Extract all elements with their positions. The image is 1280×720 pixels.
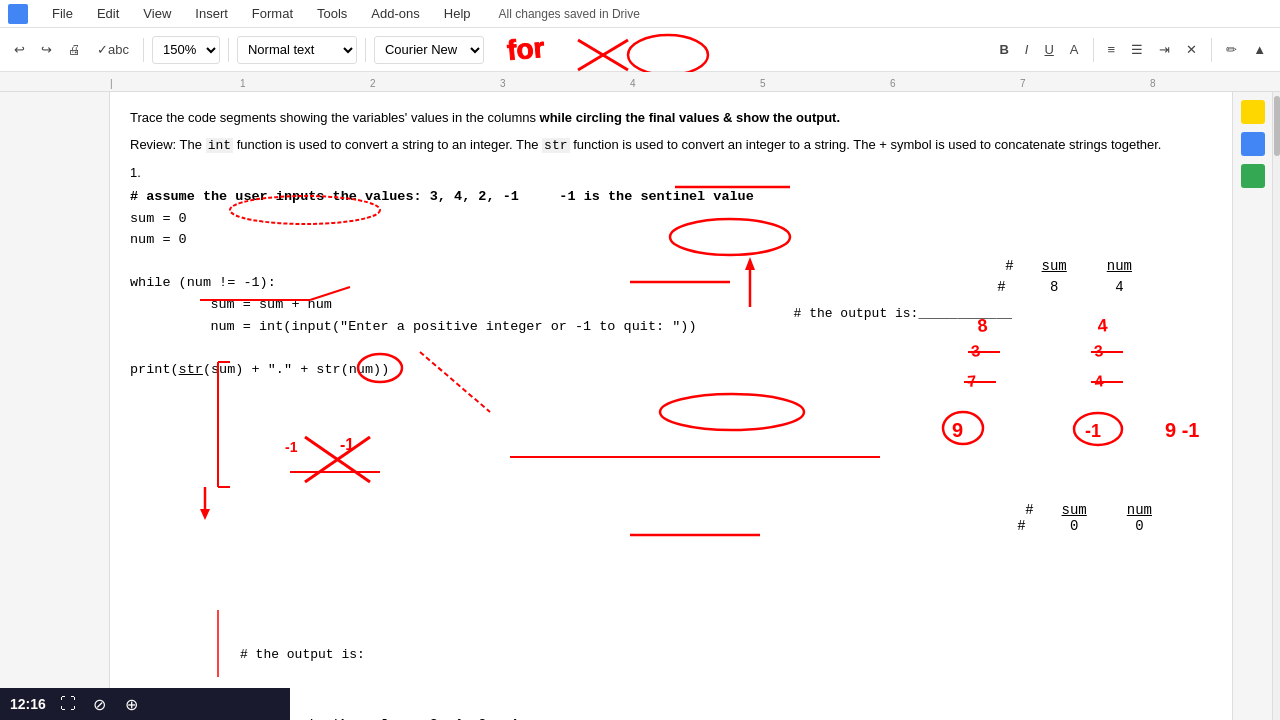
s1-table-hash2: # bbox=[997, 277, 1021, 298]
s1-line1: sum = 0 bbox=[130, 208, 1212, 230]
ruler-mark-4: 4 bbox=[630, 78, 636, 89]
toolbar: ↩ ↪ 🖨 ✓abc 150% Normal text Courier New … bbox=[0, 28, 1280, 72]
s2-val0-num: 0 bbox=[1107, 518, 1172, 534]
menu-addons[interactable]: Add-ons bbox=[367, 4, 423, 23]
scrollbar-thumb[interactable] bbox=[1274, 96, 1280, 156]
ruler: | 1 2 3 4 5 6 7 8 bbox=[0, 72, 1280, 92]
bold-button[interactable]: B bbox=[993, 38, 1014, 61]
status-icon-stop[interactable]: ⊘ bbox=[90, 694, 110, 714]
s2-table-hash2: # bbox=[1017, 518, 1041, 534]
s1-table-hash1: # bbox=[997, 256, 1021, 277]
panel-icon-2[interactable] bbox=[1241, 132, 1265, 156]
menu-help[interactable]: Help bbox=[440, 4, 475, 23]
s1-val1-num: 4 bbox=[1087, 277, 1152, 298]
menu-file[interactable]: File bbox=[48, 4, 77, 23]
intro-paragraph-2: Review: The int function is used to conv… bbox=[130, 135, 1212, 157]
svg-text:for: for bbox=[506, 31, 546, 65]
str-function-ref: str bbox=[542, 138, 569, 153]
section-1-number: 1. bbox=[130, 163, 1212, 183]
s1-comment: # assume the user inputs the values: 3, … bbox=[130, 186, 1212, 208]
s2-trace-table: # sum num # 0 0 bbox=[1017, 502, 1172, 534]
s2-output-label: # the output is: bbox=[240, 647, 365, 662]
document-area[interactable]: Trace the code segments showing the vari… bbox=[110, 92, 1232, 720]
print-button[interactable]: 🖨 bbox=[62, 38, 87, 61]
menu-format[interactable]: Format bbox=[248, 4, 297, 23]
edit-mode-button[interactable]: ✏ bbox=[1220, 38, 1243, 61]
ruler-mark-6: 6 bbox=[890, 78, 896, 89]
s1-output-label: # the output is:____________ bbox=[794, 304, 1012, 324]
intro-text-2a: Review: The bbox=[130, 137, 206, 152]
toolbar-separator-3 bbox=[365, 38, 366, 62]
s1-line2: num = 0 bbox=[130, 229, 1212, 251]
align-button[interactable]: ≡ bbox=[1102, 38, 1122, 61]
section-2-code: # assume the user inputs the values: 3, … bbox=[130, 714, 1212, 720]
s2-table-hash1: # bbox=[1017, 502, 1041, 518]
s1-table-sum-header: sum bbox=[1022, 256, 1087, 277]
font-select[interactable]: Courier New bbox=[374, 36, 484, 64]
panel-icon-3[interactable] bbox=[1241, 164, 1265, 188]
italic-button[interactable]: I bbox=[1019, 38, 1035, 61]
s2-output-comment: # the output is: bbox=[240, 647, 365, 662]
font-color-button[interactable]: A bbox=[1064, 38, 1085, 61]
menu-bar: File Edit View Insert Format Tools Add-o… bbox=[0, 0, 1280, 28]
app-icon bbox=[8, 4, 28, 24]
undo-button[interactable]: ↩ bbox=[8, 38, 31, 61]
int-function-ref: int bbox=[206, 138, 233, 153]
underline-button[interactable]: U bbox=[1038, 38, 1059, 61]
redo-button[interactable]: ↪ bbox=[35, 38, 58, 61]
save-status: All changes saved in Drive bbox=[499, 7, 640, 21]
ruler-mark-7: 7 bbox=[1020, 78, 1026, 89]
indent-button[interactable]: ⇥ bbox=[1153, 38, 1176, 61]
menu-edit[interactable]: Edit bbox=[93, 4, 123, 23]
s2-comment: # assume the user inputs the values: 3, … bbox=[130, 714, 1212, 720]
s1-output-comment: # the output is:____________ bbox=[794, 306, 1012, 321]
intro-text-1: Trace the code segments showing the vari… bbox=[130, 110, 840, 125]
s2-val0-sum: 0 bbox=[1042, 518, 1107, 534]
section-2-number: 2. bbox=[130, 690, 1212, 710]
main-container: Trace the code segments showing the vari… bbox=[0, 92, 1280, 720]
menu-insert[interactable]: Insert bbox=[191, 4, 232, 23]
document-content: Trace the code segments showing the vari… bbox=[130, 108, 1212, 720]
ruler-mark-5: 5 bbox=[760, 78, 766, 89]
left-margin bbox=[0, 92, 110, 720]
status-icon-zoom[interactable]: ⊕ bbox=[122, 694, 142, 714]
menu-view[interactable]: View bbox=[139, 4, 175, 23]
s2-table-sum-header: sum bbox=[1042, 502, 1107, 518]
ruler-mark-0: | bbox=[110, 78, 113, 89]
list-button[interactable]: ☰ bbox=[1125, 38, 1149, 61]
s1-val1-sum: 8 bbox=[1022, 277, 1087, 298]
intro-paragraph-1: Trace the code segments showing the vari… bbox=[130, 108, 1212, 129]
s1-body2: num = int(input("Enter a positive intege… bbox=[130, 316, 1212, 338]
section-2-wrapper: 2. # assume the user inputs the values: … bbox=[130, 690, 1212, 720]
menu-tools[interactable]: Tools bbox=[313, 4, 351, 23]
toolbar-separator-5 bbox=[1211, 38, 1212, 62]
ruler-mark-3: 3 bbox=[500, 78, 506, 89]
ruler-mark-2: 2 bbox=[370, 78, 376, 89]
status-bar: 12:16 ⛶ ⊘ ⊕ bbox=[0, 688, 290, 720]
panel-icon-1[interactable] bbox=[1241, 100, 1265, 124]
s1-table-num-header: num bbox=[1087, 256, 1152, 277]
toolbar-separator-4 bbox=[1093, 38, 1094, 62]
s1-trace-table: # sum num # 8 4 bbox=[997, 256, 1152, 298]
intro-text-2c: function is used to convert an integer t… bbox=[570, 137, 1162, 152]
clear-format-button[interactable]: ✕ bbox=[1180, 38, 1203, 61]
toolbar-separator-1 bbox=[143, 38, 144, 62]
toolbar-separator-2 bbox=[228, 38, 229, 62]
zoom-select[interactable]: 150% bbox=[152, 36, 220, 64]
expand-button[interactable]: ▲ bbox=[1247, 38, 1272, 61]
ruler-mark-8: 8 bbox=[1150, 78, 1156, 89]
s1-blank2 bbox=[130, 337, 1212, 359]
svg-point-3 bbox=[628, 35, 708, 75]
ruler-mark-1: 1 bbox=[240, 78, 246, 89]
intro-text-2b: function is used to convert a string to … bbox=[233, 137, 542, 152]
scrollbar-right[interactable] bbox=[1272, 92, 1280, 720]
style-select[interactable]: Normal text bbox=[237, 36, 357, 64]
right-panel bbox=[1232, 92, 1272, 720]
s2-table-num-header: num bbox=[1107, 502, 1172, 518]
s1-print: print(str(sum) + "." + str(num)) bbox=[130, 359, 1212, 381]
time-display: 12:16 bbox=[10, 696, 46, 712]
spellcheck-button[interactable]: ✓abc bbox=[91, 38, 135, 61]
status-icon-fullscreen[interactable]: ⛶ bbox=[58, 694, 78, 714]
